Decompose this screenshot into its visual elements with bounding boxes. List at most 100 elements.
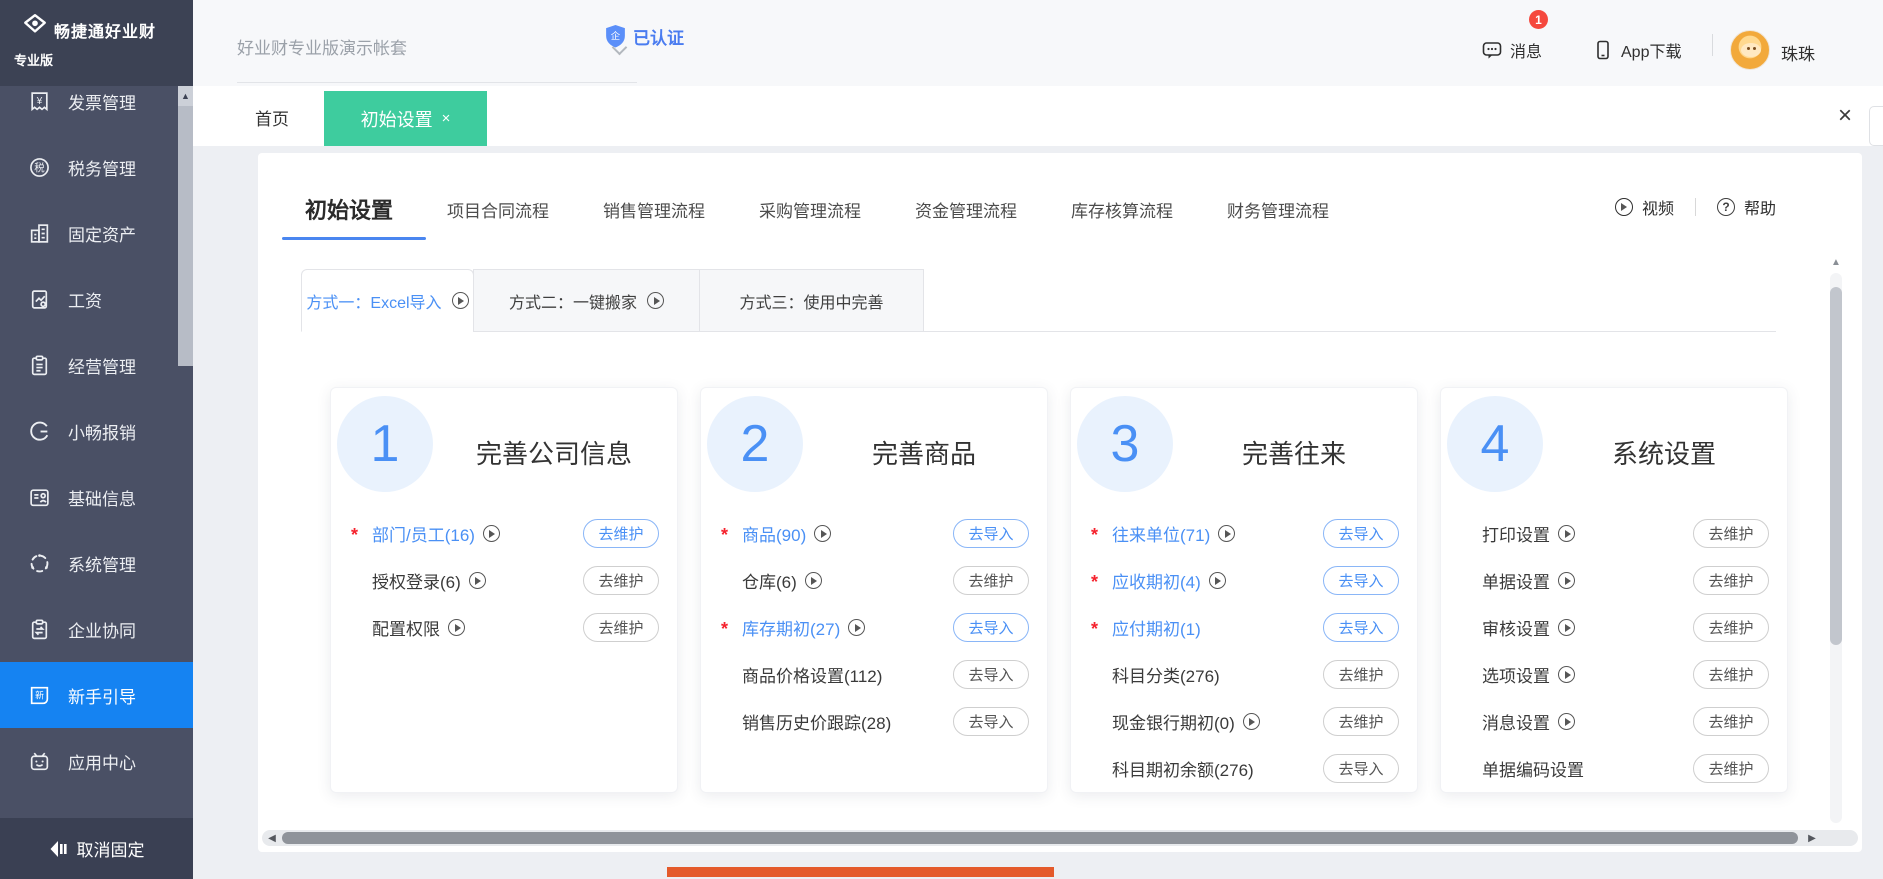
sidebar-item-app-center[interactable]: 应用中心 (0, 728, 193, 794)
item-link[interactable]: 商品(90) (742, 521, 806, 546)
item-link[interactable]: 部门/员工(16) (372, 521, 475, 546)
page-tab-project-contract[interactable]: 项目合同流程 (447, 197, 549, 222)
sidebar-item-label: 新手引导 (68, 687, 136, 707)
sidebar-item-operations[interactable]: 经营管理 (0, 332, 193, 398)
item-label: 打印设置 (1482, 526, 1550, 545)
play-icon[interactable] (1218, 525, 1236, 542)
scroll-right-icon[interactable]: ▶ (1804, 830, 1820, 846)
messages-button[interactable]: 消息 (1481, 38, 1542, 62)
tab-initial-setup[interactable]: 初始设置 × (324, 91, 487, 146)
action-button[interactable]: 去导入 (953, 613, 1029, 642)
action-button[interactable]: 去维护 (953, 566, 1029, 595)
play-icon[interactable] (482, 525, 500, 542)
sidebar-item-payroll[interactable]: 工资 (0, 266, 193, 332)
close-button[interactable]: × (1827, 98, 1863, 134)
play-icon[interactable] (1558, 666, 1575, 683)
play-icon[interactable] (647, 292, 664, 309)
card-title: 系统设置 (1611, 439, 1716, 469)
card-item-row: 仓库(6) 去维护 (721, 557, 1029, 604)
item-label: 商品价格设置(112) (742, 667, 883, 686)
action-button[interactable]: 去维护 (1323, 660, 1399, 689)
links-divider (1694, 198, 1696, 216)
sidebar-item-collaboration[interactable]: 企业协同 (0, 596, 193, 662)
tab-close-icon[interactable]: × (442, 110, 451, 127)
user-name[interactable]: 珠珠 (1781, 40, 1815, 65)
play-icon[interactable] (1558, 619, 1575, 636)
play-icon[interactable] (1208, 572, 1226, 589)
action-button[interactable]: 去维护 (583, 613, 659, 642)
play-icon[interactable] (1558, 572, 1575, 589)
method-tab-one-click-move[interactable]: 方式二：一键搬家 (473, 269, 700, 332)
account-selector[interactable]: 好业财专业版演示帐套 (237, 20, 637, 83)
user-avatar[interactable] (1730, 30, 1770, 70)
action-button[interactable]: 去维护 (1323, 707, 1399, 736)
video-link[interactable]: 视频 (1642, 195, 1674, 219)
scroll-up-icon[interactable]: ▲ (1828, 253, 1844, 271)
page-tab-initial-setup[interactable]: 初始设置 (305, 193, 393, 225)
action-button[interactable]: 去导入 (953, 707, 1029, 736)
vertical-scrollbar[interactable] (1830, 287, 1842, 645)
step-number: 4 (1480, 415, 1510, 473)
item-link[interactable]: 应付期初(1) (1112, 615, 1201, 640)
sidebar-item-fixed-assets[interactable]: 固定资产 (0, 200, 193, 266)
sidebar-scroll-up-icon[interactable]: ▲ (178, 86, 193, 106)
sidebar-item-invoice[interactable]: ¥ 发票管理 (0, 68, 193, 134)
help-link[interactable]: 帮助 (1744, 195, 1776, 219)
unpin-button[interactable]: 取消固定 (0, 818, 193, 879)
sidebar-item-reimbursement[interactable]: 小畅报销 (0, 398, 193, 464)
play-icon[interactable] (451, 292, 469, 309)
method-tab-excel-import[interactable]: 方式一：Excel导入 (301, 269, 474, 332)
scroll-left-icon[interactable]: ◀ (264, 830, 280, 846)
page-tab-purchase-flow[interactable]: 采购管理流程 (759, 197, 861, 222)
play-icon[interactable] (814, 525, 832, 542)
item-link[interactable]: 应收期初(4) (1112, 568, 1201, 593)
item-link[interactable]: 库存期初(27) (742, 615, 840, 640)
play-icon[interactable] (848, 619, 866, 636)
card-title: 完善往来 (1241, 439, 1346, 469)
sidebar-item-label: 企业协同 (68, 621, 136, 641)
action-button[interactable]: 去维护 (1693, 660, 1769, 689)
play-icon[interactable] (804, 572, 822, 589)
action-button[interactable]: 去维护 (1693, 613, 1769, 642)
required-asterisk (1461, 673, 1474, 677)
sidebar-item-label: 发票管理 (68, 93, 136, 113)
newbie-icon: 新 (28, 684, 51, 707)
action-button[interactable]: 去导入 (953, 519, 1029, 548)
sidebar-item-tax[interactable]: 税 税务管理 (0, 134, 193, 200)
action-button[interactable]: 去维护 (1693, 519, 1769, 548)
play-icon[interactable] (1242, 713, 1260, 730)
item-link[interactable]: 往来单位(71) (1112, 521, 1210, 546)
action-button[interactable]: 去维护 (583, 519, 659, 548)
action-button[interactable]: 去维护 (1693, 707, 1769, 736)
play-icon[interactable] (1558, 525, 1575, 542)
payroll-icon (28, 288, 51, 311)
page-tab-inventory-flow[interactable]: 库存核算流程 (1071, 197, 1173, 222)
action-button[interactable]: 去导入 (953, 660, 1029, 689)
action-button[interactable]: 去导入 (1323, 613, 1399, 642)
play-icon[interactable] (448, 619, 465, 636)
action-button[interactable]: 去导入 (1323, 519, 1399, 548)
method-tab-improve-in-use[interactable]: 方式三：使用中完善 (699, 269, 924, 332)
action-button[interactable]: 去导入 (1323, 566, 1399, 595)
action-button[interactable]: 去维护 (583, 566, 659, 595)
action-button[interactable]: 去维护 (1693, 566, 1769, 595)
action-button[interactable]: 去维护 (1693, 754, 1769, 783)
page-tab-funds-flow[interactable]: 资金管理流程 (915, 197, 1017, 222)
item-label: 选项设置 (1482, 667, 1550, 686)
sidebar-item-system[interactable]: 系统管理 (0, 530, 193, 596)
page-tab-finance-flow[interactable]: 财务管理流程 (1227, 197, 1329, 222)
top-header: 好业财专业版演示帐套 企 已认证 消息 1 App下载 珠珠 (193, 0, 1883, 86)
card-item-row: 销售历史价跟踪(28) 去导入 (721, 698, 1029, 745)
action-button[interactable]: 去导入 (1323, 754, 1399, 783)
app-download-button[interactable]: App下载 (1592, 38, 1681, 62)
sidebar-item-base-info[interactable]: 基础信息 (0, 464, 193, 530)
page-tab-sales-flow[interactable]: 销售管理流程 (603, 197, 705, 222)
play-icon[interactable] (1558, 713, 1575, 730)
certified-label: 已认证 (633, 29, 684, 48)
play-icon[interactable] (468, 572, 486, 589)
sidebar-scrollbar[interactable] (178, 106, 193, 366)
setup-card-partners: 3 完善往来 * 往来单位(71) 去导入 * 应收期初(4) 去导入 * 应付… (1070, 387, 1418, 793)
tab-home[interactable]: 首页 (255, 105, 289, 130)
horizontal-scrollbar[interactable] (282, 832, 1798, 844)
sidebar-item-newbie-guide[interactable]: 新 新手引导 (0, 662, 193, 728)
